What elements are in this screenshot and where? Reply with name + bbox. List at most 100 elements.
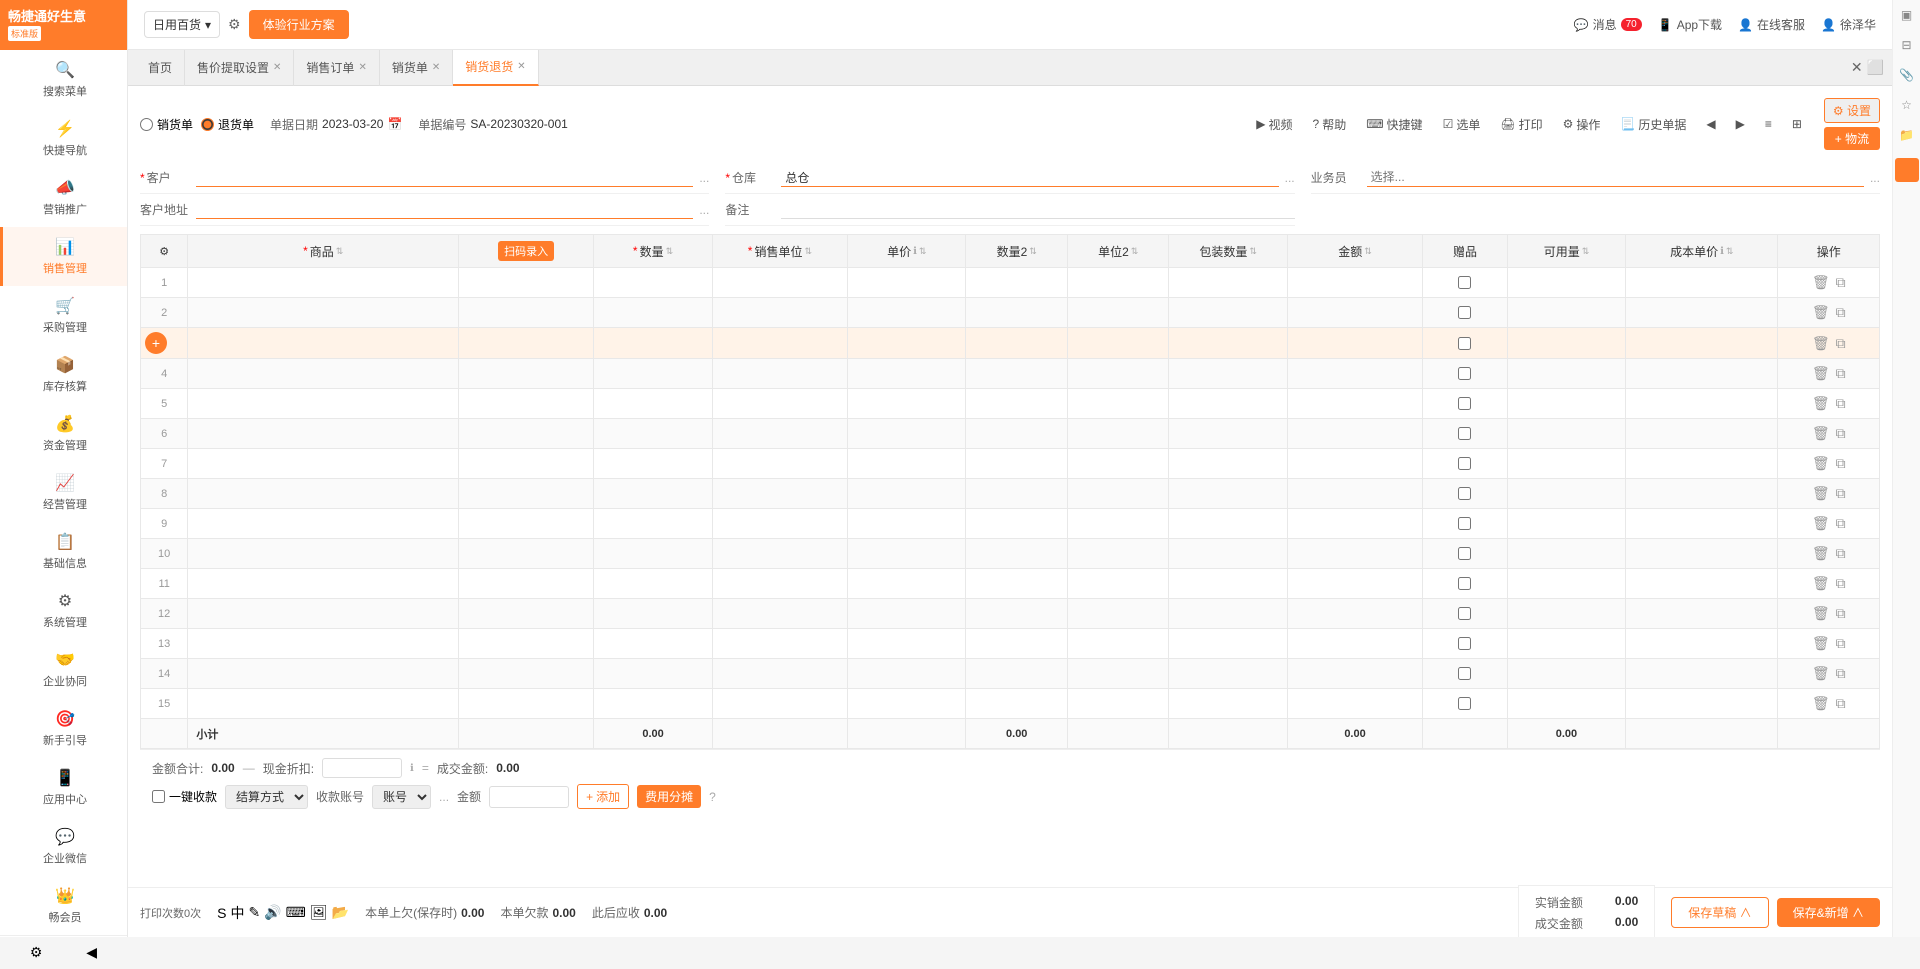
cost-cell[interactable] <box>1626 298 1778 328</box>
footer-amount-input[interactable] <box>489 786 569 808</box>
product-sorter[interactable]: ⇅ <box>336 246 344 257</box>
taskbar-icon-7[interactable]: 📂 <box>332 904 349 921</box>
address-input[interactable] <box>196 200 693 219</box>
amount-sorter[interactable]: ⇅ <box>1364 246 1372 257</box>
shortcut-btn[interactable]: ⌨ 快捷键 <box>1360 113 1428 136</box>
gift-cell[interactable] <box>1423 268 1508 298</box>
sidebar-item-inventory[interactable]: 📦 库存核算 <box>0 345 127 404</box>
fee-split-btn[interactable]: 费用分摊 <box>637 785 701 808</box>
pack-cell[interactable] <box>1169 268 1287 298</box>
delete-row-btn[interactable]: 🗑 <box>1812 395 1830 412</box>
copy-row-btn[interactable]: ⧉ <box>1836 515 1846 532</box>
gift-checkbox[interactable] <box>1458 487 1471 500</box>
qty2-cell[interactable] <box>966 268 1067 298</box>
right-tool-6[interactable]: □ <box>1895 158 1919 182</box>
add-payment-btn[interactable]: + 添加 <box>577 784 629 809</box>
sidebar-item-collab[interactable]: 🤝 企业协同 <box>0 640 127 699</box>
account-select[interactable]: 账号 <box>372 785 431 809</box>
amount-cell[interactable] <box>1287 328 1422 359</box>
settings-btn[interactable]: ⚙ 设置 <box>1824 98 1880 123</box>
sidebar-item-finance[interactable]: 💰 资金管理 <box>0 404 127 463</box>
qty2-cell[interactable] <box>966 298 1067 328</box>
right-tool-3[interactable]: 📎 <box>1899 68 1914 82</box>
tab-home[interactable]: 首页 <box>136 50 185 86</box>
view-grid-btn[interactable]: ⊞ <box>1786 114 1808 134</box>
right-tool-4[interactable]: ☆ <box>1901 98 1912 112</box>
amount-cell[interactable] <box>1287 298 1422 328</box>
delete-row-btn[interactable]: 🗑 <box>1812 605 1830 622</box>
copy-row-btn[interactable]: ⧉ <box>1836 365 1846 382</box>
delete-row-btn[interactable]: 🗑 <box>1812 635 1830 652</box>
cost-sorter[interactable]: ⇅ <box>1726 246 1734 257</box>
tab-sales-return-close[interactable]: ✕ <box>517 61 525 72</box>
product-input-active[interactable] <box>192 336 454 350</box>
delete-row-btn[interactable]: 🗑 <box>1812 335 1830 352</box>
video-btn[interactable]: ▶ 视频 <box>1250 113 1298 136</box>
taskbar-icon-4[interactable]: 🔊 <box>264 904 281 921</box>
date-picker-icon[interactable]: 📅 <box>387 117 402 131</box>
account-dots[interactable]: ... <box>439 790 449 804</box>
pack-cell[interactable] <box>1169 328 1287 359</box>
gift-checkbox[interactable] <box>1458 547 1471 560</box>
amount-cell[interactable] <box>1287 268 1422 298</box>
warehouse-input[interactable] <box>781 168 1278 187</box>
close-tab-btn[interactable]: ✕ <box>1851 59 1863 76</box>
topbar-gear-icon[interactable]: ⚙ <box>228 16 241 33</box>
qty-sorter[interactable]: ⇅ <box>666 246 674 257</box>
gift-checkbox[interactable] <box>1458 427 1471 440</box>
sidebar-item-quick-nav[interactable]: ⚡ 快捷导航 <box>0 109 127 168</box>
expand-tab-btn[interactable]: ⬜ <box>1867 59 1884 76</box>
radio-return-input[interactable] <box>201 118 214 131</box>
one-key-checkbox[interactable] <box>152 790 165 803</box>
gift-checkbox[interactable] <box>1458 457 1471 470</box>
cost-info-icon[interactable]: ℹ <box>1720 246 1724 257</box>
copy-row-btn[interactable]: ⧉ <box>1836 274 1846 291</box>
taskbar-icon-1[interactable]: S <box>217 905 226 921</box>
price-cell[interactable] <box>848 328 966 359</box>
warehouse-dots[interactable]: ... <box>1285 171 1295 185</box>
add-row-cell[interactable]: + <box>141 328 188 359</box>
nav-next-btn[interactable]: ▶ <box>1730 114 1751 134</box>
unit2-cell[interactable] <box>1067 298 1168 328</box>
delete-row-btn[interactable]: 🗑 <box>1812 515 1830 532</box>
unit2-sorter[interactable]: ⇅ <box>1131 246 1139 257</box>
product-cell-active[interactable] <box>188 328 459 359</box>
tab-sales-order[interactable]: 销售订单 ✕ <box>294 50 379 86</box>
qty-cell[interactable] <box>594 298 712 328</box>
customer-input[interactable] <box>196 168 693 187</box>
sidebar-collapse-icon[interactable]: ◀ <box>86 944 97 961</box>
delete-row-btn[interactable]: 🗑 <box>1812 365 1830 382</box>
radio-sale[interactable]: 销货单 <box>140 116 193 133</box>
sidebar-item-sales[interactable]: 📊 销售管理 <box>0 227 127 286</box>
view-list-btn[interactable]: ≡ <box>1759 114 1778 134</box>
tab-sales[interactable]: 销货单 ✕ <box>380 50 453 86</box>
save-draft-arrow[interactable]: ∧ <box>1740 906 1752 920</box>
delete-row-btn[interactable]: 🗑 <box>1812 575 1830 592</box>
select-btn[interactable]: ☑ 选单 <box>1437 113 1487 136</box>
copy-row-btn[interactable]: ⧉ <box>1836 695 1846 712</box>
gift-checkbox[interactable] <box>1458 517 1471 530</box>
calc-method-select[interactable]: 结算方式 <box>225 785 308 809</box>
product-cell[interactable] <box>188 268 459 298</box>
delete-row-btn[interactable]: 🗑 <box>1812 665 1830 682</box>
copy-row-btn[interactable]: ⧉ <box>1836 395 1846 412</box>
right-tool-1[interactable]: ▣ <box>1900 8 1914 22</box>
copy-row-btn[interactable]: ⧉ <box>1836 485 1846 502</box>
gift-cell[interactable] <box>1423 298 1508 328</box>
sidebar-settings-icon[interactable]: ⚙ <box>30 944 43 961</box>
gift-checkbox[interactable] <box>1458 397 1471 410</box>
unit-cell[interactable] <box>712 328 847 359</box>
sidebar-item-base-info[interactable]: 📋 基础信息 <box>0 522 127 581</box>
download-btn[interactable]: 📱 App下载 <box>1658 16 1722 33</box>
delete-row-btn[interactable]: 🗑 <box>1812 455 1830 472</box>
sidebar-item-guide[interactable]: 🎯 新手引导 <box>0 699 127 758</box>
unit2-cell[interactable] <box>1067 268 1168 298</box>
price-sorter[interactable]: ⇅ <box>919 246 927 257</box>
avail-sorter[interactable]: ⇅ <box>1582 246 1590 257</box>
pack-cell[interactable] <box>1169 298 1287 328</box>
address-dots[interactable]: ... <box>699 203 709 217</box>
radio-sale-input[interactable] <box>140 118 153 131</box>
tab-price-settings-close[interactable]: ✕ <box>273 62 281 73</box>
copy-row-btn[interactable]: ⧉ <box>1836 455 1846 472</box>
copy-row-btn[interactable]: ⧉ <box>1836 545 1846 562</box>
